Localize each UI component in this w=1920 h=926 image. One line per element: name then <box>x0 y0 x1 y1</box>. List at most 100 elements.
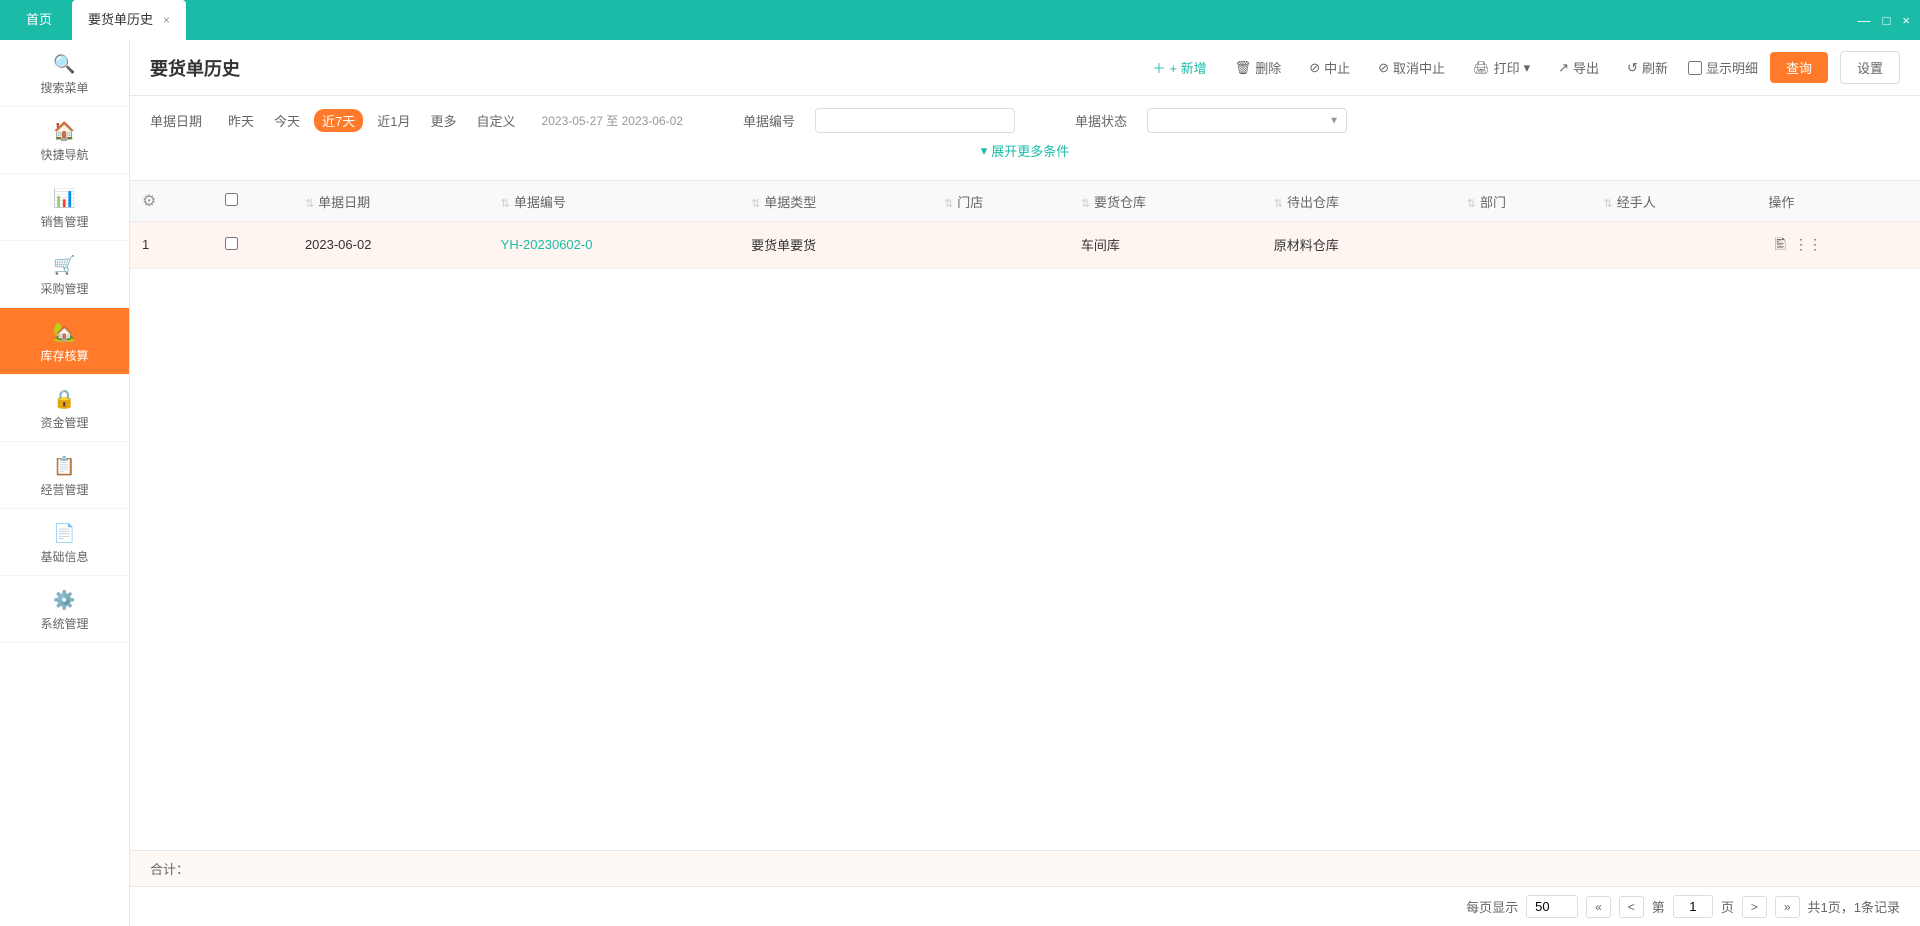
sales-icon: 📊 <box>53 188 75 209</box>
date-options: 昨天 今天 近7天 近1月 更多 自定义 <box>222 109 522 132</box>
sidebar-item-operation[interactable]: 📋 经营管理 <box>0 442 129 509</box>
doc-number-label: 单据编号 <box>743 111 795 130</box>
refresh-icon: ↺ <box>1627 60 1638 76</box>
page-header: 要货单历史 ＋ + 新增 🗑 删除 ⊘ 中止 ⊘ 取消中止 <box>130 40 1920 96</box>
sidebar-item-quick-nav[interactable]: 🏠 快捷导航 <box>0 107 129 174</box>
cell-store <box>932 222 1069 269</box>
cancel-stop-icon: ⊘ <box>1378 60 1389 76</box>
export-button[interactable]: ↗ 导出 <box>1550 54 1607 81</box>
date-btn-7days[interactable]: 近7天 <box>314 109 363 132</box>
filter-area: 单据日期 昨天 今天 近7天 近1月 更多 自定义 2023-05-27 至 2… <box>130 96 1920 181</box>
maximize-icon[interactable]: □ <box>1883 13 1891 28</box>
page-label: 第 <box>1652 897 1665 916</box>
sidebar-item-system[interactable]: ⚙️ 系统管理 <box>0 576 129 643</box>
date-btn-more[interactable]: 更多 <box>425 109 463 132</box>
col-doc-date[interactable]: 单据日期 <box>293 181 489 222</box>
new-button[interactable]: ＋ + 新增 <box>1144 54 1214 81</box>
page-suffix: 页 <box>1721 897 1734 916</box>
delete-button[interactable]: 🗑 删除 <box>1227 54 1290 81</box>
print-icon: 🖨 <box>1473 60 1490 76</box>
refresh-button[interactable]: ↺ 刷新 <box>1619 54 1676 81</box>
date-range-display: 2023-05-27 至 2023-06-02 <box>542 112 683 129</box>
sidebar-item-purchase[interactable]: 🛒 采购管理 <box>0 241 129 308</box>
quick-nav-icon: 🏠 <box>53 121 75 142</box>
doc-no-link[interactable]: YH-20230602-0 <box>501 237 593 252</box>
total-info: 共1页，1条记录 <box>1808 897 1900 916</box>
sidebar-item-finance[interactable]: 🔒 资金管理 <box>0 375 129 442</box>
more-op-button[interactable]: ⋮⋮ <box>1796 232 1820 256</box>
cell-req-warehouse: 车间库 <box>1069 222 1262 269</box>
col-store[interactable]: 门店 <box>932 181 1069 222</box>
col-settings: ⚙ <box>130 181 213 222</box>
column-settings-icon[interactable]: ⚙ <box>142 193 156 210</box>
minimize-icon[interactable]: — <box>1858 13 1871 28</box>
view-op-button[interactable]: 🖺 <box>1768 234 1792 258</box>
row-checkbox[interactable] <box>225 237 238 250</box>
display-detail-checkbox[interactable] <box>1688 61 1702 75</box>
main-table: ⚙ 单据日期 单据编号 单据类型 门店 要货仓库 待出仓库 部门 经手人 操 <box>130 181 1920 269</box>
query-button[interactable]: 查询 <box>1770 52 1828 83</box>
page-title: 要货单历史 <box>150 55 240 81</box>
delete-icon: 🗑 <box>1235 60 1252 76</box>
tab-close-icon[interactable]: × <box>163 0 170 40</box>
col-operations: 操作 <box>1756 181 1920 222</box>
filter-row-expand: ▾ 展开更多条件 <box>150 141 1900 160</box>
sidebar-item-search-menu[interactable]: 🔍 搜索菜单 <box>0 40 129 107</box>
doc-status-select[interactable] <box>1147 108 1347 133</box>
tab-current[interactable]: 要货单历史 × <box>72 0 186 40</box>
col-pending-warehouse[interactable]: 待出仓库 <box>1262 181 1455 222</box>
date-btn-today[interactable]: 今天 <box>268 109 306 132</box>
sidebar-item-inventory-label: 库存核算 <box>40 347 88 364</box>
select-all-checkbox[interactable] <box>225 193 238 206</box>
cell-checkbox[interactable] <box>213 222 293 269</box>
last-page-button[interactable]: » <box>1775 896 1800 918</box>
tab-current-label: 要货单历史 <box>88 0 153 40</box>
expand-more-button[interactable]: ▾ 展开更多条件 <box>981 141 1070 160</box>
expand-icon: ▾ <box>981 143 988 159</box>
summary-label: 合计： <box>150 862 189 877</box>
new-icon: ＋ <box>1152 58 1165 77</box>
per-page-label: 每页显示 <box>1466 897 1518 916</box>
cancel-stop-button[interactable]: ⊘ 取消中止 <box>1370 54 1453 81</box>
prev-page-button[interactable]: < <box>1619 896 1644 918</box>
per-page-select[interactable]: 50 10 20 100 <box>1526 895 1578 918</box>
display-detail-toggle[interactable]: 显示明细 <box>1688 58 1758 77</box>
date-btn-yesterday[interactable]: 昨天 <box>222 109 260 132</box>
date-btn-custom[interactable]: 自定义 <box>471 109 522 132</box>
col-doc-type[interactable]: 单据类型 <box>739 181 932 222</box>
sidebar: 🔍 搜索菜单 🏠 快捷导航 📊 销售管理 🛒 采购管理 🏡 库存核算 🔒 资金管… <box>0 40 130 926</box>
date-btn-1month[interactable]: 近1月 <box>371 109 416 132</box>
stop-button[interactable]: ⊘ 中止 <box>1301 54 1358 81</box>
operation-icon: 📋 <box>53 456 75 477</box>
sidebar-item-inventory[interactable]: 🏡 库存核算 <box>0 308 129 375</box>
basic-info-icon: 📄 <box>53 523 75 544</box>
col-req-warehouse[interactable]: 要货仓库 <box>1069 181 1262 222</box>
next-page-button[interactable]: > <box>1742 896 1767 918</box>
settings-button[interactable]: 设置 <box>1840 51 1900 84</box>
current-page-input[interactable] <box>1673 895 1713 918</box>
print-button[interactable]: 🖨 打印 ▾ <box>1465 54 1538 81</box>
col-doc-no[interactable]: 单据编号 <box>489 181 739 222</box>
doc-status-label: 单据状态 <box>1075 111 1127 130</box>
sidebar-item-basic-info[interactable]: 📄 基础信息 <box>0 509 129 576</box>
doc-number-input[interactable] <box>815 108 1015 133</box>
sidebar-item-sales-label: 销售管理 <box>40 213 88 230</box>
cell-handler <box>1592 222 1757 269</box>
table-header-row: ⚙ 单据日期 单据编号 单据类型 门店 要货仓库 待出仓库 部门 经手人 操 <box>130 181 1920 222</box>
cell-operations: 🖺 ⋮⋮ <box>1756 222 1920 269</box>
main-layout: 🔍 搜索菜单 🏠 快捷导航 📊 销售管理 🛒 采购管理 🏡 库存核算 🔒 资金管… <box>0 40 1920 926</box>
col-department[interactable]: 部门 <box>1455 181 1592 222</box>
tab-home[interactable]: 首页 <box>10 0 68 40</box>
sidebar-item-sales[interactable]: 📊 销售管理 <box>0 174 129 241</box>
table-area: ⚙ 单据日期 单据编号 单据类型 门店 要货仓库 待出仓库 部门 经手人 操 <box>130 181 1920 850</box>
col-handler[interactable]: 经手人 <box>1592 181 1757 222</box>
close-icon[interactable]: × <box>1902 13 1910 28</box>
cell-doc-no: YH-20230602-0 <box>489 222 739 269</box>
purchase-icon: 🛒 <box>53 255 75 276</box>
pagination: 每页显示 50 10 20 100 « < 第 页 > » 共1页，1条记录 <box>130 886 1920 926</box>
date-filter-label: 单据日期 <box>150 111 202 130</box>
window-controls: — □ × <box>1858 13 1910 28</box>
first-page-button[interactable]: « <box>1586 896 1611 918</box>
cell-pending-warehouse: 原材料仓库 <box>1262 222 1455 269</box>
header-actions: ＋ + 新增 🗑 删除 ⊘ 中止 ⊘ 取消中止 🖨 打印 <box>1144 51 1900 84</box>
